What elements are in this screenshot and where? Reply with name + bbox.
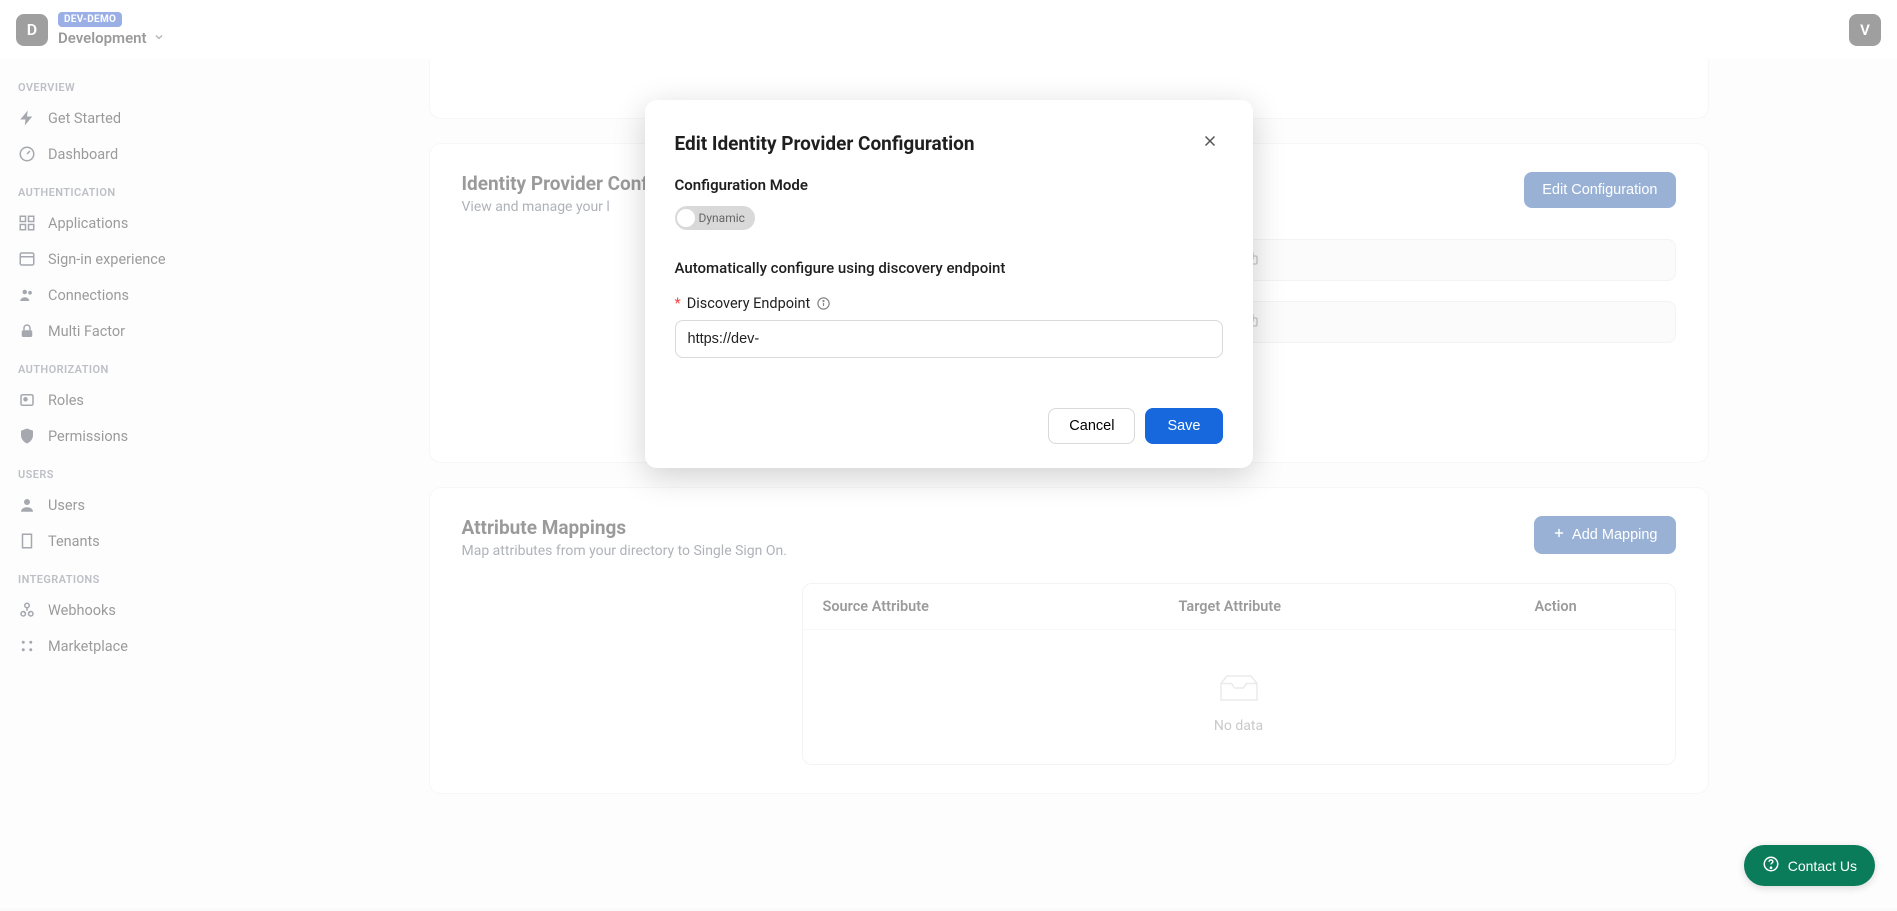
- modal-overlay[interactable]: Edit Identity Provider Configuration Con…: [0, 0, 1897, 908]
- discovery-endpoint-input[interactable]: [675, 320, 1223, 358]
- cancel-button[interactable]: Cancel: [1048, 408, 1135, 444]
- config-mode-label: Configuration Mode: [675, 176, 1223, 194]
- required-asterisk: *: [675, 295, 681, 312]
- help-icon: [1762, 855, 1780, 876]
- modal-title: Edit Identity Provider Configuration: [675, 132, 975, 155]
- toggle-label: Dynamic: [695, 211, 753, 225]
- config-mode-toggle[interactable]: Dynamic: [675, 206, 755, 230]
- edit-idp-modal: Edit Identity Provider Configuration Con…: [645, 100, 1253, 468]
- endpoint-label: Discovery Endpoint: [687, 295, 811, 312]
- toggle-knob: [677, 209, 695, 227]
- info-icon[interactable]: [816, 296, 831, 311]
- save-button[interactable]: Save: [1145, 408, 1222, 444]
- discovery-description: Automatically configure using discovery …: [675, 259, 1223, 277]
- contact-us-button[interactable]: Contact Us: [1744, 845, 1875, 886]
- close-icon[interactable]: [1197, 128, 1223, 158]
